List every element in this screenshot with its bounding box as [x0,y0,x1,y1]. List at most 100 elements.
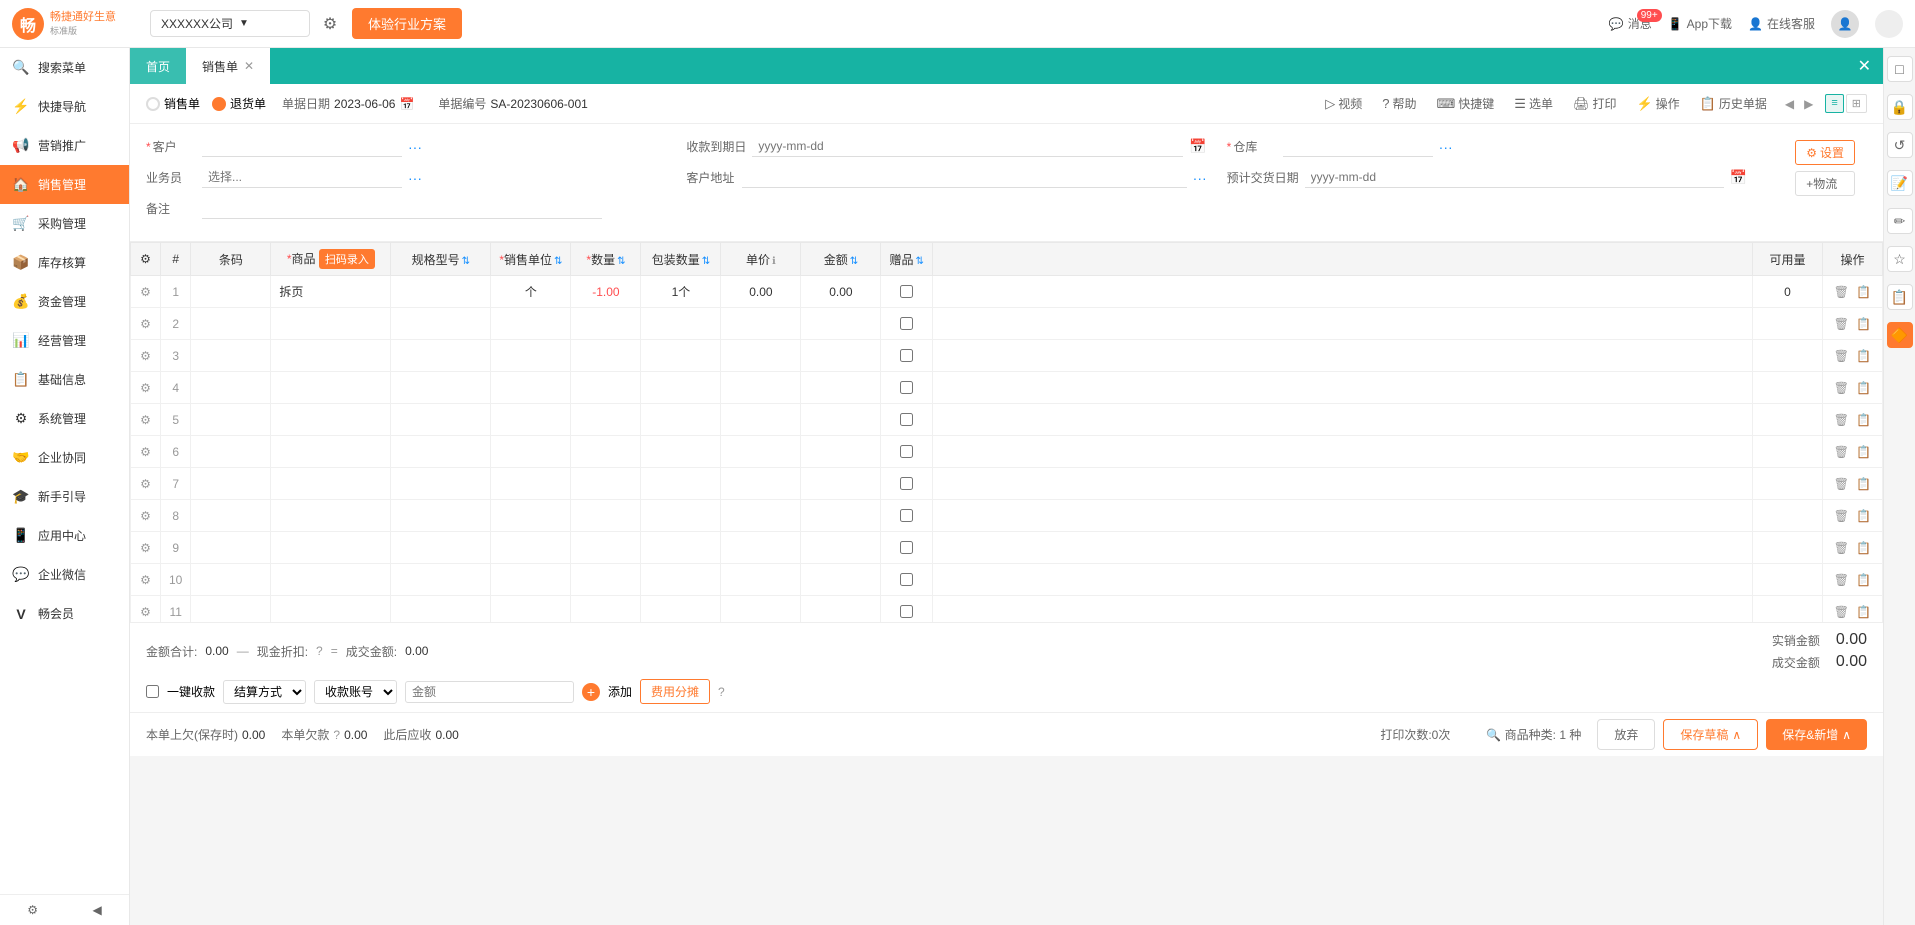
cell-price-4[interactable] [721,404,801,436]
cell-price-6[interactable] [721,468,801,500]
cell-pkg-qty-0[interactable]: 1个 [641,276,721,308]
cell-amount-1[interactable] [801,308,881,340]
sidebar-item-app-center[interactable]: 📱 应用中心 [0,516,129,555]
rp-btn-4[interactable]: 📝 [1887,170,1913,196]
delete-row-btn[interactable]: 🗑 [1834,445,1849,459]
cell-settings-1[interactable]: ⚙ [131,308,161,340]
cell-unit-4[interactable] [491,404,571,436]
customer-input[interactable] [202,136,402,157]
delete-row-btn[interactable]: 🗑 [1834,285,1849,299]
cell-qty-2[interactable] [571,340,641,372]
cell-pkg-qty-4[interactable] [641,404,721,436]
cell-unit-2[interactable] [491,340,571,372]
copy-row-btn[interactable]: 📋 [1856,573,1871,587]
avatar[interactable]: 👤 [1831,10,1859,38]
video-btn[interactable]: ▷ 视频 [1319,92,1368,115]
sidebar-item-system[interactable]: ⚙ 系统管理 [0,399,129,438]
rp-btn-6[interactable]: ☆ [1887,246,1913,272]
cell-amount-5[interactable] [801,436,881,468]
cell-pkg-qty-9[interactable] [641,564,721,596]
delete-row-btn[interactable]: 🗑 [1834,541,1849,555]
cell-qty-3[interactable] [571,372,641,404]
product-kind[interactable]: 🔍 商品种类: 1 种 [1486,726,1581,743]
cell-settings-2[interactable]: ⚙ [131,340,161,372]
save-new-button[interactable]: 保存&新增 ∧ [1766,719,1867,750]
operate-btn[interactable]: ⚡ 操作 [1630,92,1685,115]
delete-row-btn[interactable]: 🗑 [1834,573,1849,587]
shortcut-btn[interactable]: ⌨ 快捷键 [1431,92,1501,115]
cell-product-4[interactable] [271,404,391,436]
cell-settings-5[interactable]: ⚙ [131,436,161,468]
cell-unit-9[interactable] [491,564,571,596]
cell-barcode-1[interactable] [191,308,271,340]
copy-row-btn[interactable]: 📋 [1856,285,1871,299]
cell-amount-3[interactable] [801,372,881,404]
expected-date-calendar-icon[interactable]: 📅 [1730,169,1747,186]
cell-pkg-qty-10[interactable] [641,596,721,623]
cell-unit-10[interactable] [491,596,571,623]
sidebar-item-guide[interactable]: 🎓 新手引导 [0,477,129,516]
cell-amount-2[interactable] [801,340,881,372]
sidebar-collapse-btn[interactable]: ◀ [93,903,102,917]
cell-barcode-3[interactable] [191,372,271,404]
cell-product-6[interactable] [271,468,391,500]
cell-spec-1[interactable] [391,308,491,340]
message-button[interactable]: 💬 消息 99+ [1609,15,1652,32]
cell-settings-6[interactable]: ⚙ [131,468,161,500]
cell-qty-1[interactable] [571,308,641,340]
cell-gift-10[interactable] [881,596,932,623]
warehouse-input[interactable]: 建材仓 [1283,136,1433,157]
cell-amount-8[interactable] [801,532,881,564]
radio-return-order[interactable]: 退货单 [212,95,266,112]
cell-price-9[interactable] [721,564,801,596]
cell-pkg-qty-2[interactable] [641,340,721,372]
radio-sales-order[interactable]: 销售单 [146,95,200,112]
save-draft-button[interactable]: 保存草稿 ∧ [1663,719,1758,750]
date-value[interactable]: 2023-06-06 [334,97,395,111]
cell-barcode-2[interactable] [191,340,271,372]
delete-row-btn[interactable]: 🗑 [1834,509,1849,523]
cell-unit-6[interactable] [491,468,571,500]
cell-barcode-10[interactable] [191,596,271,623]
cell-amount-4[interactable] [801,404,881,436]
cell-barcode-6[interactable] [191,468,271,500]
delete-row-btn[interactable]: 🗑 [1834,317,1849,331]
rp-btn-5[interactable]: ✏ [1887,208,1913,234]
cell-qty-8[interactable] [571,532,641,564]
cell-qty-7[interactable] [571,500,641,532]
cell-gift-3[interactable] [881,372,932,404]
cell-spec-4[interactable] [391,404,491,436]
cell-spec-9[interactable] [391,564,491,596]
sidebar-item-inventory[interactable]: 📦 库存核算 [0,243,129,282]
delete-row-btn[interactable]: 🗑 [1834,605,1849,619]
customer-addr-input[interactable] [742,167,1186,188]
cell-product-0[interactable]: 拆页 [271,276,391,308]
salesperson-dots-icon[interactable]: ··· [408,170,422,186]
cell-pkg-qty-6[interactable] [641,468,721,500]
cell-barcode-8[interactable] [191,532,271,564]
cell-unit-0[interactable]: 个 [491,276,571,308]
cell-settings-3[interactable]: ⚙ [131,372,161,404]
cell-gift-8[interactable] [881,532,932,564]
cell-product-10[interactable] [271,596,391,623]
app-download-button[interactable]: 📱 App下载 [1668,15,1732,32]
cell-unit-1[interactable] [491,308,571,340]
cell-unit-5[interactable] [491,436,571,468]
cell-settings-7[interactable]: ⚙ [131,500,161,532]
sidebar-settings-btn[interactable]: ⚙ [27,903,38,917]
delete-row-btn[interactable]: 🗑 [1834,477,1849,491]
copy-row-btn[interactable]: 📋 [1856,605,1871,619]
customer-dots-icon[interactable]: ··· [408,139,422,155]
sidebar-item-sales[interactable]: 🏠 销售管理 [0,165,129,204]
trial-button[interactable]: 体验行业方案 [352,8,462,39]
cell-gift-9[interactable] [881,564,932,596]
tab-home[interactable]: 首页 [130,48,186,84]
cell-price-0[interactable]: 0.00 [721,276,801,308]
tab-close-icon[interactable]: ✕ [244,59,254,73]
cell-product-8[interactable] [271,532,391,564]
cell-spec-8[interactable] [391,532,491,564]
copy-row-btn[interactable]: 📋 [1856,445,1871,459]
cell-qty-4[interactable] [571,404,641,436]
delete-row-btn[interactable]: 🗑 [1834,349,1849,363]
cell-pkg-qty-8[interactable] [641,532,721,564]
